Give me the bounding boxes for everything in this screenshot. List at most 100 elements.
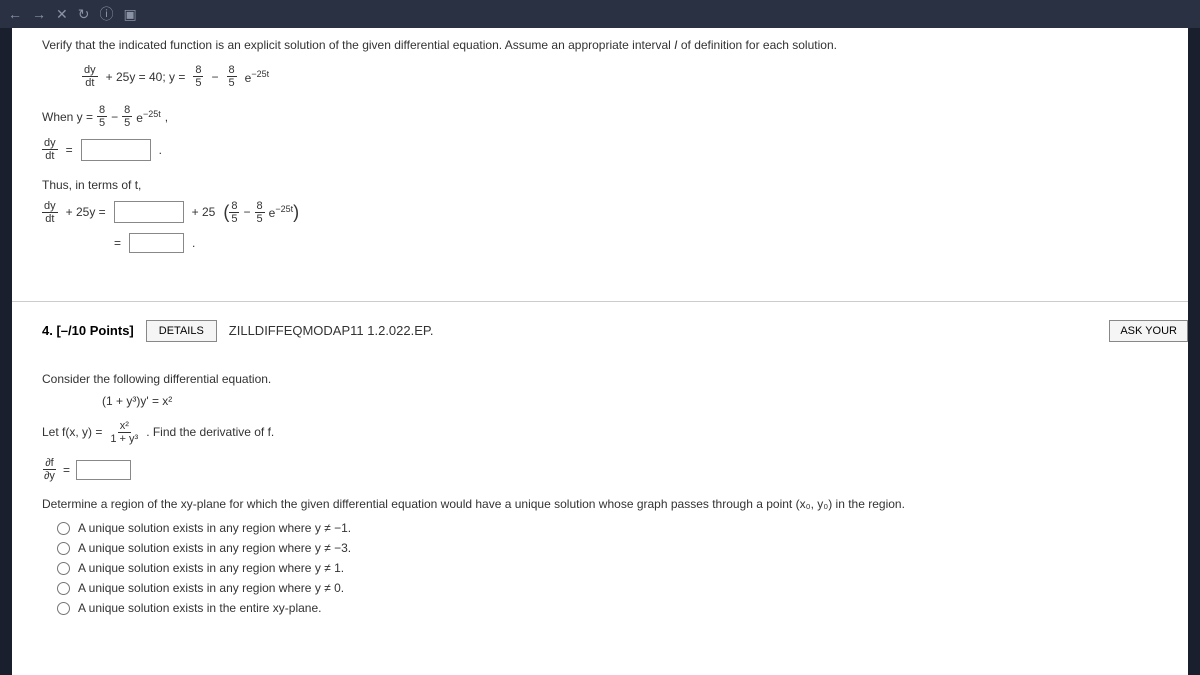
app-icon[interactable]: ▣ — [123, 6, 136, 23]
answer-input-1[interactable] — [81, 139, 151, 161]
frac-num: dy — [82, 64, 98, 77]
exp-term: e−25t — [136, 109, 160, 125]
e-exponent: −25t — [251, 69, 269, 79]
fraction-8-5-b: 8 5 — [227, 64, 237, 89]
answer-input-2[interactable] — [114, 201, 184, 223]
option-4[interactable]: A unique solution exists in any region w… — [57, 581, 1158, 595]
fraction-8-5-f: 8 5 — [255, 200, 265, 225]
plus-25: + 25 — [192, 205, 216, 219]
ask-teacher-button[interactable]: ASK YOUR — [1109, 320, 1188, 342]
details-button[interactable]: DETAILS — [146, 320, 217, 342]
option-label: A unique solution exists in the entire x… — [78, 601, 321, 615]
q4-partial-line: ∂f ∂y = — [42, 457, 1158, 482]
equals-sign: = — [66, 143, 73, 157]
equals-sign: = — [114, 236, 121, 250]
minus-sign: − — [111, 110, 118, 124]
q-points: [–/10 Points] — [56, 323, 133, 338]
info-icon[interactable]: ⓘ — [99, 4, 113, 24]
frac-num: 8 — [97, 104, 107, 117]
let-text: Let f(x, y) = — [42, 425, 102, 439]
period: . — [192, 236, 195, 250]
paren-expression: ( 8 5 − 8 5 e−25t ) — [223, 200, 299, 225]
q4-equation: (1 + y³)y' = x² — [102, 394, 1158, 408]
q3-final-eq-2: = . — [114, 233, 1158, 253]
question-number: 4. [–/10 Points] — [42, 323, 134, 338]
option-label: A unique solution exists in any region w… — [78, 561, 344, 575]
option-5[interactable]: A unique solution exists in the entire x… — [57, 601, 1158, 615]
radio-opt-4[interactable] — [57, 582, 70, 595]
q3-instruction: Verify that the indicated function is an… — [42, 38, 1158, 52]
frac-den: ∂y — [42, 470, 57, 482]
minus-sign: − — [211, 70, 218, 84]
reload-icon[interactable]: ↻ — [78, 6, 90, 23]
q3-equation: dy dt + 25y = 40; y = 8 5 − 8 5 e−25t — [82, 64, 1158, 89]
plus-25y: + 25y = — [66, 205, 106, 219]
q3-when-line: When y = 8 5 − 8 5 e−25t , — [42, 104, 1158, 129]
frac-den: dt — [83, 77, 96, 89]
fraction-8-5-d: 8 5 — [122, 104, 132, 129]
fx-fraction: x² 1 + y³ — [108, 420, 140, 445]
dy-dt-fraction: dy dt — [42, 137, 58, 162]
frac-den: 1 + y³ — [108, 433, 140, 445]
question-reference: ZILLDIFFEQMODAP11 1.2.022.EP. — [229, 323, 434, 338]
q4-let-line: Let f(x, y) = x² 1 + y³ . Find the deriv… — [42, 420, 1158, 445]
answer-input-4[interactable] — [76, 460, 131, 480]
frac-num: 8 — [227, 64, 237, 77]
option-label: A unique solution exists in any region w… — [78, 581, 344, 595]
frac-num: dy — [42, 200, 58, 213]
let-post-text: . Find the derivative of f. — [146, 425, 274, 439]
q-num-text: 4. — [42, 323, 53, 338]
fraction-8-5-e: 8 5 — [229, 200, 239, 225]
instruction-text-post: of definition for each solution. — [678, 38, 837, 52]
forward-icon[interactable]: → — [32, 6, 46, 22]
q3-dydt-input: dy dt = . — [42, 137, 1158, 162]
comma: , — [165, 110, 168, 124]
e-base: e — [136, 111, 143, 125]
instruction-text: Verify that the indicated function is an… — [42, 38, 674, 52]
option-label: A unique solution exists in any region w… — [78, 521, 351, 535]
frac-den: 5 — [227, 77, 237, 89]
radio-opt-1[interactable] — [57, 522, 70, 535]
eq-text: + 25y = 40; y = — [106, 70, 186, 84]
frac-den: 5 — [193, 77, 203, 89]
frac-num: 8 — [122, 104, 132, 117]
frac-den: 5 — [122, 117, 132, 129]
radio-opt-2[interactable] — [57, 542, 70, 555]
fraction-8-5-c: 8 5 — [97, 104, 107, 129]
exp-term: e−25t — [245, 69, 269, 85]
page-content: Verify that the indicated function is an… — [12, 28, 1188, 675]
q4-consider: Consider the following differential equa… — [42, 372, 1158, 386]
exp-term: e−25t — [269, 204, 293, 220]
question-4-body: Consider the following differential equa… — [12, 354, 1188, 631]
e-exponent: −25t — [275, 204, 293, 214]
option-label: A unique solution exists in any region w… — [78, 541, 351, 555]
answer-input-3[interactable] — [129, 233, 184, 253]
frac-den: dt — [43, 213, 56, 225]
frac-den: 5 — [229, 213, 239, 225]
frac-num: ∂f — [43, 457, 56, 470]
option-2[interactable]: A unique solution exists in any region w… — [57, 541, 1158, 555]
frac-den: 5 — [97, 117, 107, 129]
frac-den: 5 — [255, 213, 265, 225]
option-1[interactable]: A unique solution exists in any region w… — [57, 521, 1158, 535]
radio-opt-3[interactable] — [57, 562, 70, 575]
when-text: When y = — [42, 110, 93, 124]
radio-opt-5[interactable] — [57, 602, 70, 615]
q4-header: 4. [–/10 Points] DETAILS ZILLDIFFEQMODAP… — [12, 302, 1188, 354]
minus-sign: − — [243, 205, 250, 219]
question-3-body: Verify that the indicated function is an… — [12, 28, 1188, 271]
browser-toolbar: ← → ✕ ↻ ⓘ ▣ — [0, 0, 1200, 28]
close-icon[interactable]: ✕ — [56, 6, 68, 23]
q3-thus: Thus, in terms of t, — [42, 178, 1158, 192]
frac-num: 8 — [255, 200, 265, 213]
q3-final-eq-1: dy dt + 25y = + 25 ( 8 5 − 8 5 e−25t ) — [42, 200, 1158, 225]
partial-fraction: ∂f ∂y — [42, 457, 57, 482]
frac-den: dt — [43, 150, 56, 162]
q4-determine: Determine a region of the xy-plane for w… — [42, 497, 1158, 511]
option-3[interactable]: A unique solution exists in any region w… — [57, 561, 1158, 575]
dy-dt-fraction: dy dt — [82, 64, 98, 89]
dy-dt-fraction: dy dt — [42, 200, 58, 225]
e-exponent: −25t — [143, 109, 161, 119]
frac-num: dy — [42, 137, 58, 150]
back-icon[interactable]: ← — [8, 6, 22, 22]
